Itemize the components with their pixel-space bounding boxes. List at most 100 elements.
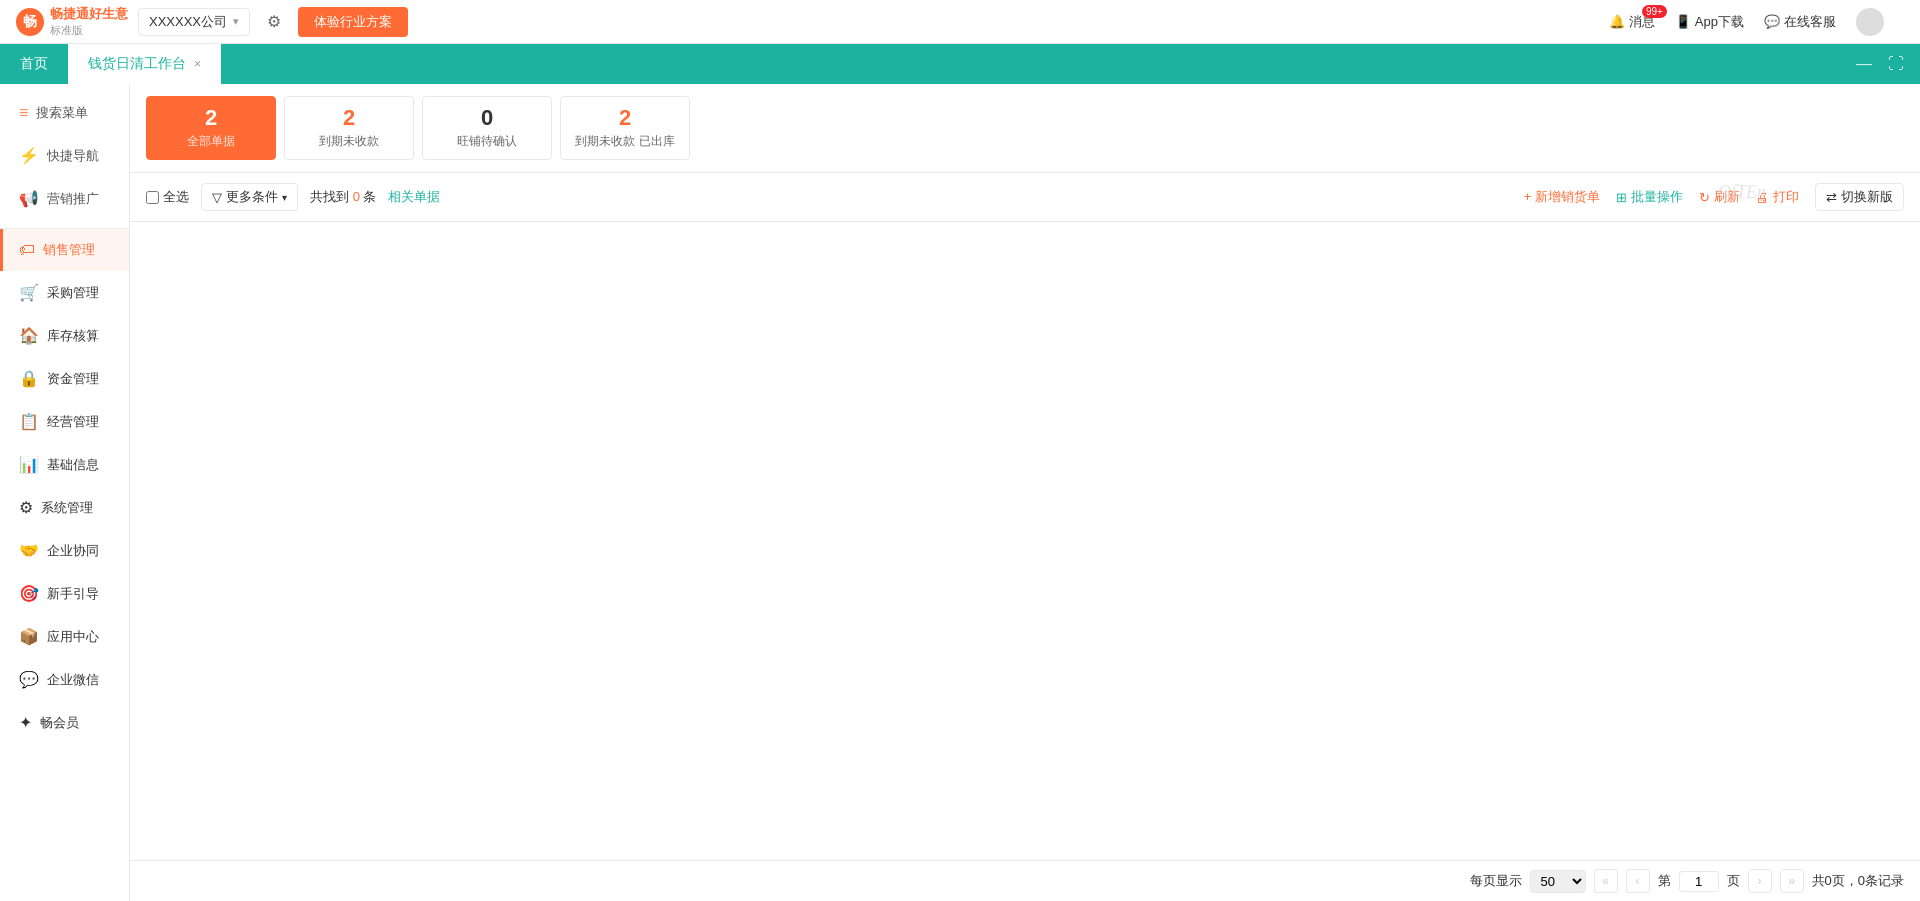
tab-minimize-icon[interactable]: —: [1850, 53, 1878, 75]
download-icon: 📱: [1675, 14, 1691, 29]
marketing-icon: 📢: [19, 189, 39, 208]
header-left: 畅 畅捷通好生意 标准版 XXXXXX公司 ▾ ⚙ 体验行业方案: [16, 6, 408, 37]
sidebar-item-quick-nav[interactable]: ⚡ 快捷导航: [0, 134, 129, 177]
switch-icon: ⇄: [1826, 190, 1837, 205]
stats-bar: 2 全部单据 2 到期未收款 0 旺铺待确认 2 到期未收款 已出库: [130, 84, 1920, 173]
main-layout: ≡ 搜索菜单 ⚡ 快捷导航 📢 营销推广 🏷 销售管理 🛒 采购管理 🏠 库存核…: [0, 84, 1920, 901]
bell-icon: 🔔: [1609, 14, 1625, 29]
batch-button[interactable]: ⊞ 批量操作: [1616, 188, 1683, 206]
add-sales-button[interactable]: + 新增销货单: [1524, 188, 1600, 206]
logo-text: 畅捷通好生意 标准版: [50, 6, 128, 37]
sidebar: ≡ 搜索菜单 ⚡ 快捷导航 📢 营销推广 🏷 销售管理 🛒 采购管理 🏠 库存核…: [0, 84, 130, 901]
sidebar-item-sales[interactable]: 🏷 销售管理: [0, 229, 129, 271]
inventory-icon: 🏠: [19, 326, 39, 345]
sidebar-item-member[interactable]: ✦ 畅会员: [0, 701, 129, 744]
sidebar-item-guide[interactable]: 🎯 新手引导: [0, 572, 129, 615]
trial-button[interactable]: 体验行业方案: [298, 7, 408, 37]
search-icon: ≡: [19, 104, 28, 122]
message-badge: 99+: [1642, 5, 1667, 18]
toolbar-left: 全选 ▽ 更多条件 ▾ 共找到 0 条 相关单据: [146, 183, 440, 211]
logo-icon: 畅: [16, 8, 44, 36]
app-download-button[interactable]: 📱 App下载: [1675, 13, 1744, 31]
print-icon: 🖨: [1756, 190, 1769, 205]
tab-close-icon[interactable]: ×: [194, 57, 201, 71]
system-icon: ⚙: [19, 498, 33, 517]
avatar[interactable]: [1856, 8, 1884, 36]
tab-maximize-icon[interactable]: ⛶: [1882, 53, 1910, 75]
stat-overdue-out-label: 到期未收款 已出库: [575, 133, 674, 150]
last-page-button[interactable]: »: [1780, 869, 1804, 893]
stat-pending-count: 0: [481, 107, 493, 129]
operations-icon: 📋: [19, 412, 39, 431]
switch-button[interactable]: ⇄ 切换新版: [1815, 183, 1904, 211]
refresh-button[interactable]: ↻ 刷新: [1699, 188, 1740, 206]
company-selector[interactable]: XXXXXX公司 ▾: [138, 8, 250, 36]
chevron-down-icon: ▾: [233, 15, 239, 28]
batch-icon: ⊞: [1616, 190, 1627, 205]
sidebar-item-search[interactable]: ≡ 搜索菜单: [0, 92, 129, 134]
stat-overdue-count: 2: [343, 107, 355, 129]
sidebar-item-basic-info[interactable]: 📊 基础信息: [0, 443, 129, 486]
sidebar-item-weixin[interactable]: 💬 企业微信: [0, 658, 129, 701]
sidebar-item-operations[interactable]: 📋 经营管理: [0, 400, 129, 443]
apps-icon: 📦: [19, 627, 39, 646]
filter-button[interactable]: ▽ 更多条件 ▾: [201, 183, 298, 211]
sidebar-item-apps[interactable]: 📦 应用中心: [0, 615, 129, 658]
sidebar-item-funds[interactable]: 🔒 资金管理: [0, 357, 129, 400]
content-area: 2 全部单据 2 到期未收款 0 旺铺待确认 2 到期未收款 已出库 全选: [130, 84, 1920, 901]
toolbar-right: + 新增销货单 ⊞ 批量操作 ↻ 刷新 🖨 打印 ⇄ 切换新版: [1524, 183, 1904, 211]
next-page-button[interactable]: ›: [1748, 869, 1772, 893]
total-text: 共0页，0条记录: [1812, 872, 1904, 890]
table-area: [130, 222, 1920, 860]
found-count: 0: [353, 189, 360, 204]
sidebar-item-inventory[interactable]: 🏠 库存核算: [0, 314, 129, 357]
stat-overdue[interactable]: 2 到期未收款: [284, 96, 414, 160]
first-page-button[interactable]: «: [1594, 869, 1618, 893]
stat-overdue-out-count: 2: [619, 107, 631, 129]
chevron-down-icon: ▾: [282, 192, 287, 203]
stat-overdue-out[interactable]: 2 到期未收款 已出库: [560, 96, 690, 160]
sidebar-top: ≡ 搜索菜单 ⚡ 快捷导航 📢 营销推广: [0, 84, 129, 229]
stat-pending-label: 旺铺待确认: [457, 133, 517, 150]
refresh-icon: ↻: [1699, 190, 1710, 205]
page-input[interactable]: [1679, 871, 1719, 892]
stat-pending[interactable]: 0 旺铺待确认: [422, 96, 552, 160]
tab-work-bench[interactable]: 钱货日清工作台 ×: [68, 44, 221, 84]
prev-page-button[interactable]: ‹: [1626, 869, 1650, 893]
sidebar-item-marketing[interactable]: 📢 营销推广: [0, 177, 129, 220]
sidebar-item-purchase[interactable]: 🛒 采购管理: [0, 271, 129, 314]
online-service-button[interactable]: 💬 在线客服: [1764, 13, 1836, 31]
toolbar: 全选 ▽ 更多条件 ▾ 共找到 0 条 相关单据 + 新增销货单: [130, 173, 1920, 222]
sidebar-item-enterprise[interactable]: 🤝 企业协同: [0, 529, 129, 572]
funds-icon: 🔒: [19, 369, 39, 388]
settings-icon[interactable]: ⚙: [260, 8, 288, 36]
tab-bar: 首页 钱货日清工作台 × — ⛶: [0, 44, 1920, 84]
sidebar-item-system[interactable]: ⚙ 系统管理: [0, 486, 129, 529]
pagination: 每页显示 50 100 200 « ‹ 第 页 › » 共0页，0条记录: [130, 860, 1920, 901]
stat-overdue-label: 到期未收款: [319, 133, 379, 150]
stat-all-count: 2: [205, 107, 217, 129]
logo-area: 畅 畅捷通好生意 标准版: [16, 6, 128, 37]
filter-icon: ▽: [212, 190, 222, 205]
purchase-icon: 🛒: [19, 283, 39, 302]
sales-icon: 🏷: [19, 241, 35, 259]
basic-info-icon: 📊: [19, 455, 39, 474]
quick-nav-icon: ⚡: [19, 146, 39, 165]
tab-home[interactable]: 首页: [0, 44, 68, 84]
print-button[interactable]: 🖨 打印: [1756, 188, 1799, 206]
page-size-select[interactable]: 50 100 200: [1530, 870, 1586, 893]
select-all-input[interactable]: [146, 191, 159, 204]
stat-all[interactable]: 2 全部单据: [146, 96, 276, 160]
service-icon: 💬: [1764, 14, 1780, 29]
stat-all-label: 全部单据: [187, 133, 235, 150]
select-all-checkbox[interactable]: 全选: [146, 188, 189, 206]
enterprise-icon: 🤝: [19, 541, 39, 560]
message-button[interactable]: 🔔 消息 99+: [1609, 13, 1655, 31]
found-text: 共找到 0 条: [310, 188, 376, 206]
related-link[interactable]: 相关单据: [388, 188, 440, 206]
header-right: 🔔 消息 99+ 📱 App下载 💬 在线客服: [1609, 8, 1904, 36]
tab-bar-right: — ⛶: [1850, 53, 1920, 75]
guide-icon: 🎯: [19, 584, 39, 603]
header: 畅 畅捷通好生意 标准版 XXXXXX公司 ▾ ⚙ 体验行业方案 🔔 消息 99…: [0, 0, 1920, 44]
weixin-icon: 💬: [19, 670, 39, 689]
